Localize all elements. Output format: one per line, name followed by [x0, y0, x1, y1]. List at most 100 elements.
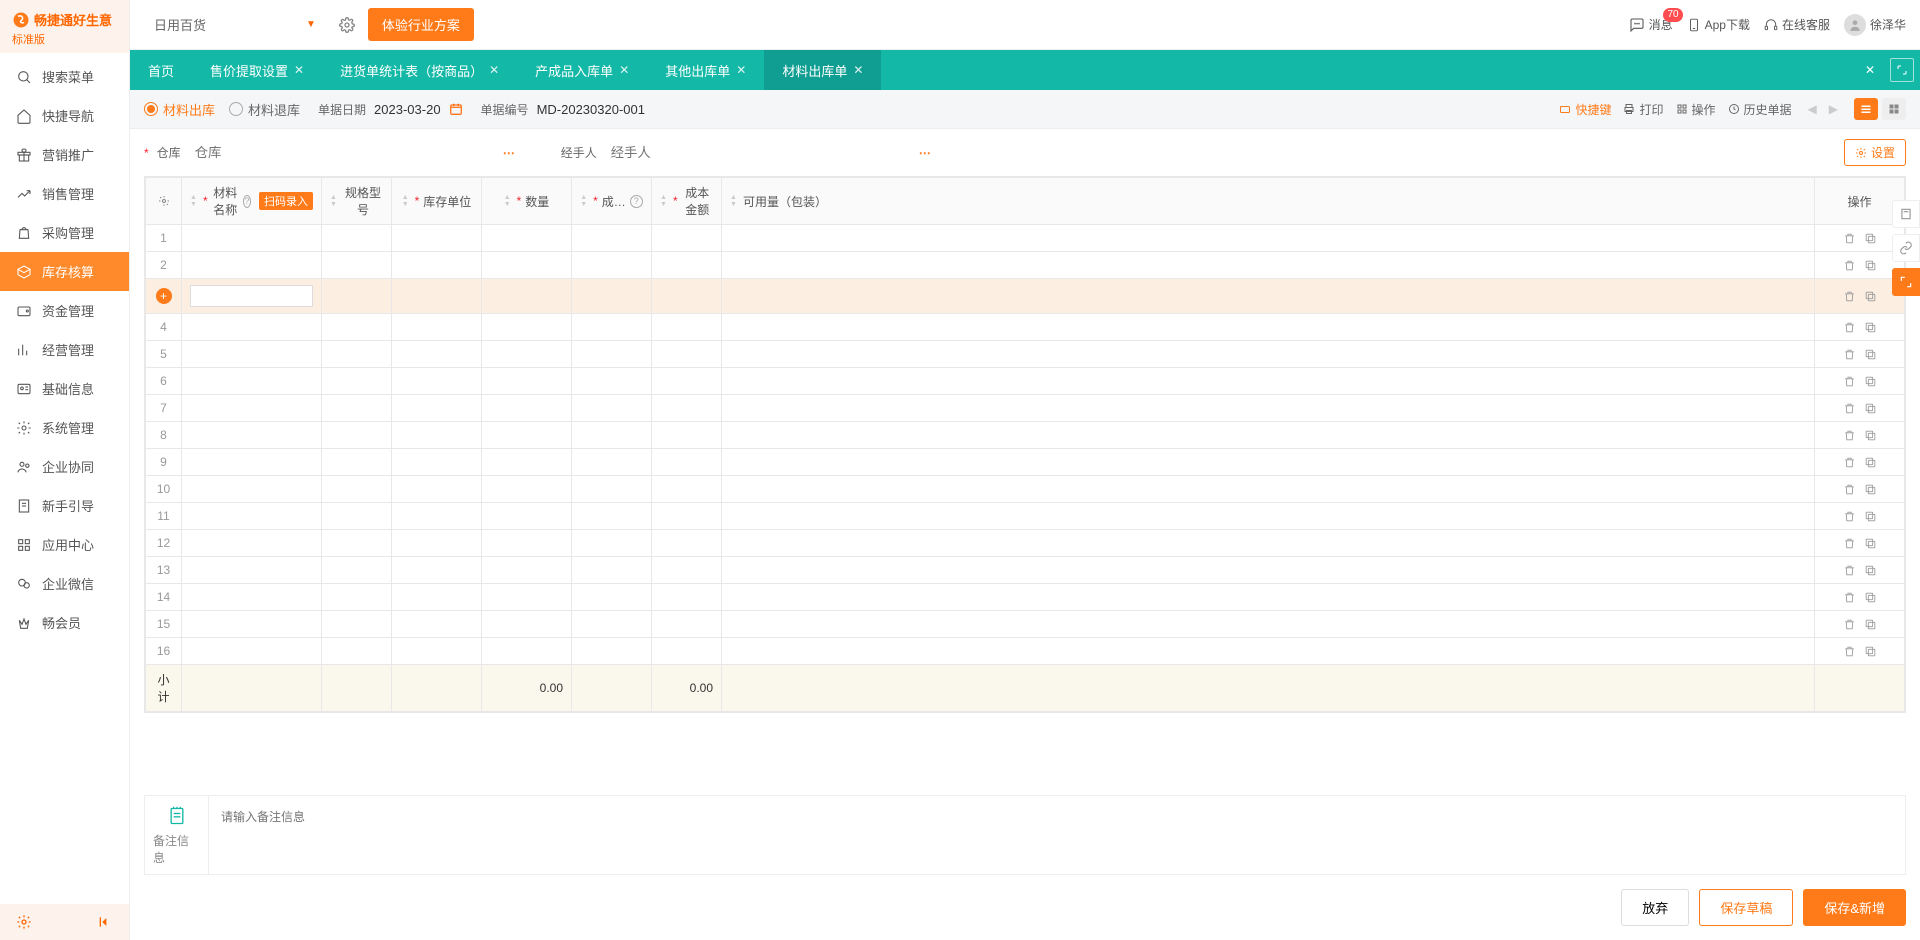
sidebar-item-team[interactable]: 企业协同	[0, 447, 129, 486]
table-row[interactable]: 7	[146, 395, 1905, 422]
table-row[interactable]: 10	[146, 476, 1905, 503]
copy-row-icon[interactable]	[1864, 618, 1877, 631]
copy-row-icon[interactable]	[1864, 232, 1877, 245]
th-qty[interactable]: ▲▼*数量	[482, 178, 572, 225]
close-icon[interactable]: ✕	[619, 63, 629, 77]
help-icon[interactable]: ?	[630, 195, 643, 208]
copy-row-icon[interactable]	[1864, 429, 1877, 442]
th-unit[interactable]: ▲▼*库存单位	[392, 178, 482, 225]
copy-row-icon[interactable]	[1864, 259, 1877, 272]
next-record[interactable]: ▶	[1825, 102, 1842, 116]
settings-button[interactable]: 设置	[1844, 139, 1906, 166]
table-row[interactable]: 6	[146, 368, 1905, 395]
tab-0[interactable]: 首页	[130, 50, 192, 90]
material-name-input[interactable]	[190, 285, 313, 307]
sidebar-item-guide[interactable]: 新手引导	[0, 486, 129, 525]
store-settings-icon[interactable]	[334, 12, 360, 38]
sidebar-item-bag[interactable]: 采购管理	[0, 213, 129, 252]
close-icon[interactable]: ✕	[294, 63, 304, 77]
ops-link[interactable]: 操作	[1676, 101, 1716, 118]
th-avail[interactable]: ▲▼可用量（包装）	[722, 178, 1815, 225]
copy-row-icon[interactable]	[1864, 348, 1877, 361]
prev-record[interactable]: ◀	[1804, 102, 1821, 116]
print-link[interactable]: 打印	[1623, 101, 1663, 118]
copy-row-icon[interactable]	[1864, 321, 1877, 334]
table-row[interactable]: 8	[146, 422, 1905, 449]
delete-row-icon[interactable]	[1843, 429, 1856, 442]
warehouse-picker-icon[interactable]: ⋯	[497, 146, 521, 160]
remarks-input[interactable]	[209, 796, 1905, 874]
sidebar-item-apps[interactable]: 应用中心	[0, 525, 129, 564]
sidebar-item-vip[interactable]: 畅会员	[0, 603, 129, 642]
delete-row-icon[interactable]	[1843, 618, 1856, 631]
warehouse-input[interactable]	[189, 140, 489, 166]
radio-return[interactable]: 材料退库	[229, 100, 300, 119]
save-draft-button[interactable]: 保存草稿	[1699, 889, 1793, 926]
shortcut-link[interactable]: 快捷键	[1559, 101, 1611, 118]
float-link-icon[interactable]	[1892, 234, 1920, 262]
table-row[interactable]: 12	[146, 530, 1905, 557]
copy-row-icon[interactable]	[1864, 564, 1877, 577]
tab-5[interactable]: 材料出库单✕	[764, 50, 881, 90]
delete-row-icon[interactable]	[1843, 645, 1856, 658]
copy-row-icon[interactable]	[1864, 375, 1877, 388]
help-icon[interactable]: ?	[243, 195, 251, 208]
th-spec[interactable]: ▲▼规格型号	[322, 178, 392, 225]
tab-4[interactable]: 其他出库单✕	[647, 50, 764, 90]
close-icon[interactable]: ✕	[853, 63, 863, 77]
table-row[interactable]: 15	[146, 611, 1905, 638]
tab-1[interactable]: 售价提取设置✕	[192, 50, 322, 90]
tab-3[interactable]: 产成品入库单✕	[517, 50, 647, 90]
discard-button[interactable]: 放弃	[1621, 889, 1689, 926]
delete-row-icon[interactable]	[1843, 232, 1856, 245]
copy-row-icon[interactable]	[1864, 537, 1877, 550]
delete-row-icon[interactable]	[1843, 564, 1856, 577]
sidebar-item-wallet[interactable]: 资金管理	[0, 291, 129, 330]
float-note-icon[interactable]	[1892, 200, 1920, 228]
delete-row-icon[interactable]	[1843, 537, 1856, 550]
copy-row-icon[interactable]	[1864, 483, 1877, 496]
table-row[interactable]: +	[146, 279, 1905, 314]
history-link[interactable]: 历史单据	[1728, 101, 1792, 118]
table-row[interactable]: 1	[146, 225, 1905, 252]
table-row[interactable]: 5	[146, 341, 1905, 368]
delete-row-icon[interactable]	[1843, 402, 1856, 415]
user-menu[interactable]: 徐泽华	[1844, 14, 1906, 36]
agent-picker-icon[interactable]: ⋯	[913, 146, 937, 160]
delete-row-icon[interactable]	[1843, 375, 1856, 388]
scan-badge[interactable]: 扫码录入	[259, 192, 313, 210]
th-total[interactable]: ▲▼*成本金额	[652, 178, 722, 225]
tab-expand-icon[interactable]	[1890, 58, 1914, 82]
save-new-button[interactable]: 保存&新增	[1803, 889, 1906, 926]
delete-row-icon[interactable]	[1843, 348, 1856, 361]
date-value[interactable]: 2023-03-20	[374, 102, 441, 117]
sidebar-item-search[interactable]: 搜索菜单	[0, 57, 129, 96]
close-icon[interactable]: ✕	[736, 63, 746, 77]
float-expand-icon[interactable]	[1892, 268, 1920, 296]
sidebar-item-home[interactable]: 快捷导航	[0, 96, 129, 135]
table-row[interactable]: 4	[146, 314, 1905, 341]
calendar-icon[interactable]	[449, 102, 463, 116]
sidebar-item-box[interactable]: 库存核算	[0, 252, 129, 291]
copy-row-icon[interactable]	[1864, 402, 1877, 415]
copy-row-icon[interactable]	[1864, 591, 1877, 604]
table-row[interactable]: 14	[146, 584, 1905, 611]
th-settings[interactable]	[146, 178, 182, 225]
delete-row-icon[interactable]	[1843, 321, 1856, 334]
view-list-icon[interactable]	[1854, 98, 1878, 120]
sidebar-item-id[interactable]: 基础信息	[0, 369, 129, 408]
app-download-link[interactable]: App下载	[1687, 16, 1750, 33]
th-cost[interactable]: ▲▼*成…?	[572, 178, 652, 225]
table-row[interactable]: 11	[146, 503, 1905, 530]
gear-icon[interactable]	[16, 914, 32, 930]
delete-row-icon[interactable]	[1843, 510, 1856, 523]
copy-row-icon[interactable]	[1864, 456, 1877, 469]
sidebar-item-wechat[interactable]: 企业微信	[0, 564, 129, 603]
copy-row-icon[interactable]	[1864, 645, 1877, 658]
collapse-icon[interactable]	[97, 914, 113, 930]
tab-close-all-icon[interactable]: ✕	[1858, 58, 1882, 82]
delete-row-icon[interactable]	[1843, 290, 1856, 303]
table-row[interactable]: 2	[146, 252, 1905, 279]
tab-2[interactable]: 进货单统计表（按商品）✕	[322, 50, 517, 90]
copy-row-icon[interactable]	[1864, 290, 1877, 303]
